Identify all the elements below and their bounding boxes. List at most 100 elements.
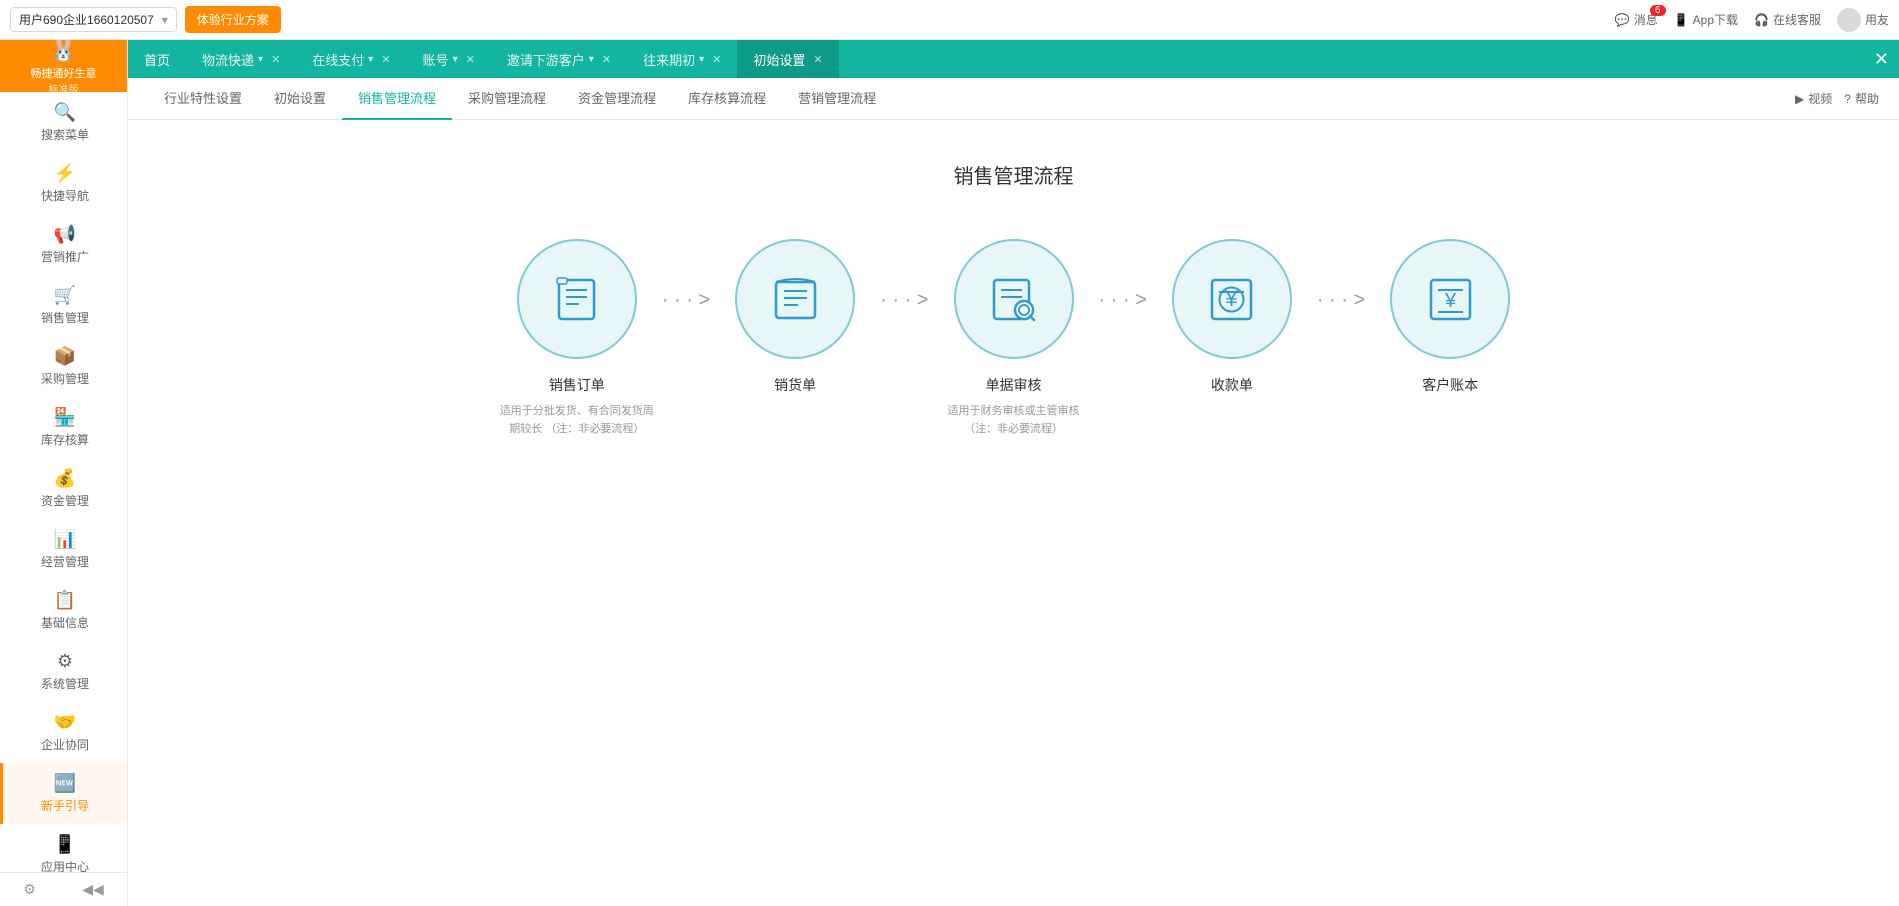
- nav-tab-initial-setup[interactable]: 初始设置 ✕: [737, 40, 838, 78]
- sidebar-item-search[interactable]: 🔍搜索菜单: [0, 92, 127, 153]
- flow-circle-sales-invoice[interactable]: [735, 239, 855, 359]
- user-selector-arrow: ▾: [162, 13, 168, 27]
- sub-tabs-left: 行业特性设置初始设置销售管理流程采购管理流程资金管理流程库存核算流程营销管理流程: [148, 78, 892, 120]
- sidebar-label-newbie-guide: 新手引导: [41, 797, 89, 814]
- nav-tabs: 首页物流快递 ▾ ✕在线支付 ▾ ✕账号 ▾ ✕邀请下游客户 ▾ ✕往来期初 ▾…: [128, 40, 1899, 78]
- sidebar-item-sales-mgmt[interactable]: 🛒 销售管理: [0, 275, 127, 336]
- sidebar-item-quicknav[interactable]: ⚡快捷导航: [0, 153, 127, 214]
- sidebar-label-marketing-promo: 营销推广: [41, 248, 89, 265]
- user-avatar-item[interactable]: 用友: [1837, 8, 1889, 32]
- sidebar-icon-search: 🔍: [54, 102, 76, 123]
- sidebar-icon-finance: 💰: [54, 468, 76, 489]
- tab-close-invite-downstream[interactable]: ✕: [602, 53, 611, 66]
- sidebar-item-system[interactable]: ⚙ 系统管理: [0, 641, 127, 702]
- sidebar-label-enterprise-collab: 企业协同: [41, 736, 89, 753]
- svg-text:¥: ¥: [1444, 290, 1457, 312]
- flow-item-receipt: ¥ 收款单: [1152, 239, 1312, 403]
- settings-icon[interactable]: ⚙: [23, 881, 36, 898]
- online-service-label: 在线客服: [1773, 11, 1821, 28]
- flow-diagram: 销售订单适用于分批发货、有合同发货周期较长 （注：非必要流程）· · · > 销…: [148, 239, 1879, 438]
- nav-tab-home[interactable]: 首页: [128, 40, 186, 78]
- page-title: 销售管理流程: [148, 160, 1879, 189]
- sidebar-label-sales-mgmt: 销售管理: [41, 309, 89, 326]
- sidebar-label-system: 系统管理: [41, 675, 89, 692]
- tab-close-period-init[interactable]: ✕: [712, 53, 721, 66]
- logo-sub: 标准版: [49, 81, 79, 96]
- sub-tab-marketing-flow[interactable]: 营销管理流程: [782, 78, 892, 120]
- dropdown-arrow-account: ▾: [453, 54, 458, 65]
- nav-close[interactable]: ✕: [1874, 49, 1899, 70]
- sub-tab-industry[interactable]: 行业特性设置: [148, 78, 258, 120]
- sub-tab-purchase-flow[interactable]: 采购管理流程: [452, 78, 562, 120]
- phone-icon: 📱: [1674, 13, 1689, 27]
- sidebar-icon-sales-mgmt: 🛒: [54, 285, 76, 306]
- sidebar-item-marketing-promo[interactable]: 📢营销推广: [0, 214, 127, 275]
- video-link[interactable]: ▶ 视频: [1795, 90, 1832, 107]
- flow-circle-customer-ledger[interactable]: ¥: [1390, 239, 1510, 359]
- sub-tab-sales-flow[interactable]: 销售管理流程: [342, 78, 452, 120]
- help-link[interactable]: ? 帮助: [1844, 90, 1879, 107]
- top-bar: 用户690企业1660120507 ▾ 体验行业方案 💬 消息 6 📱 App下…: [0, 0, 1899, 40]
- nav-tab-account[interactable]: 账号 ▾ ✕: [407, 40, 491, 78]
- flow-item-sales-invoice: 销货单: [715, 239, 875, 403]
- sidebar-item-enterprise-collab[interactable]: 🤝企业协同: [0, 702, 127, 763]
- help-label: 帮助: [1855, 90, 1879, 107]
- page-content: 销售管理流程 销售订单适用于分批发货、有合同发货周期较长 （注：非必要流程）· …: [128, 120, 1899, 906]
- sub-tabs: 行业特性设置初始设置销售管理流程采购管理流程资金管理流程库存核算流程营销管理流程…: [128, 78, 1899, 120]
- user-selector-text: 用户690企业1660120507: [19, 11, 154, 28]
- svg-text:¥: ¥: [1225, 286, 1239, 311]
- app-wrapper: 用户690企业1660120507 ▾ 体验行业方案 💬 消息 6 📱 App下…: [0, 0, 1899, 906]
- sidebar-item-finance[interactable]: 💰 资金管理: [0, 458, 127, 519]
- tab-close-initial-setup[interactable]: ✕: [813, 53, 822, 66]
- sidebar-icon-operations: 📊: [54, 529, 76, 550]
- collapse-icon[interactable]: ◀◀: [82, 881, 104, 898]
- flow-label-doc-review: 单据审核: [986, 375, 1042, 395]
- flow-circle-sales-order[interactable]: [517, 239, 637, 359]
- sidebar-label-app-center: 应用中心: [41, 858, 89, 872]
- sidebar-icon-newbie-guide: 🆕: [54, 773, 76, 794]
- sub-tab-inventory-flow[interactable]: 库存核算流程: [672, 78, 782, 120]
- nav-tab-logistics[interactable]: 物流快递 ▾ ✕: [186, 40, 296, 78]
- tab-close-account[interactable]: ✕: [466, 53, 475, 66]
- flow-desc-doc-review: 适用于财务审核或主管审核 （注：非必要流程）: [934, 403, 1094, 438]
- app-download-label: App下载: [1693, 11, 1738, 28]
- sidebar-icon-app-center: 📱: [54, 834, 76, 855]
- sidebar-item-operations[interactable]: 📊经营管理: [0, 519, 127, 580]
- dropdown-arrow-logistics: ▾: [258, 54, 263, 65]
- flow-arrow-3: · · · >: [1317, 239, 1365, 312]
- flow-item-sales-order: 销售订单适用于分批发货、有合同发货周期较长 （注：非必要流程）: [497, 239, 657, 438]
- messages-icon-item[interactable]: 💬 消息 6: [1615, 11, 1658, 28]
- tab-close-logistics[interactable]: ✕: [271, 53, 280, 66]
- tab-close-payment[interactable]: ✕: [381, 53, 390, 66]
- top-bar-right: 💬 消息 6 📱 App下载 🎧 在线客服 用友: [1615, 8, 1889, 32]
- flow-circle-receipt[interactable]: ¥: [1172, 239, 1292, 359]
- sidebar-icon-inventory: 🏪: [54, 407, 76, 428]
- sidebar-item-purchase-mgmt[interactable]: 📦采购管理: [0, 336, 127, 397]
- flow-arrow-0: · · · >: [662, 239, 710, 312]
- nav-tab-period-init[interactable]: 往来期初 ▾ ✕: [627, 40, 737, 78]
- sub-tab-finance-flow[interactable]: 资金管理流程: [562, 78, 672, 120]
- sidebar-icon-system: ⚙: [57, 651, 73, 672]
- sidebar-item-newbie-guide[interactable]: 🆕 新手引导: [0, 763, 127, 824]
- user-selector[interactable]: 用户690企业1660120507 ▾: [10, 7, 177, 32]
- sidebar-item-basic-info[interactable]: 📋基础信息: [0, 580, 127, 641]
- sidebar-item-inventory[interactable]: 🏪 库存核算: [0, 397, 127, 458]
- sidebar-label-inventory: 库存核算: [41, 431, 89, 448]
- flow-item-doc-review: 单据审核适用于财务审核或主管审核 （注：非必要流程）: [934, 239, 1094, 438]
- sidebar-item-app-center[interactable]: 📱 应用中心: [0, 824, 127, 872]
- sidebar-label-finance: 资金管理: [41, 492, 89, 509]
- sub-tab-initial[interactable]: 初始设置: [258, 78, 342, 120]
- online-service-item[interactable]: 🎧 在线客服: [1754, 11, 1821, 28]
- avatar: [1837, 8, 1861, 32]
- app-download-item[interactable]: 📱 App下载: [1674, 11, 1738, 28]
- flow-arrow-1: · · · >: [880, 239, 928, 312]
- nav-tab-invite-downstream[interactable]: 邀请下游客户 ▾ ✕: [491, 40, 627, 78]
- sidebar-items: 🔍搜索菜单⚡快捷导航📢营销推广 🛒 销售管理 📦采购管理 🏪 库存核算 💰 资金管理 📊经营管理…: [0, 92, 127, 872]
- content-area: 首页物流快递 ▾ ✕在线支付 ▾ ✕账号 ▾ ✕邀请下游客户 ▾ ✕往来期初 ▾…: [128, 40, 1899, 906]
- flow-label-customer-ledger: 客户账本: [1422, 375, 1478, 395]
- experience-button[interactable]: 体验行业方案: [185, 6, 281, 33]
- flow-circle-doc-review[interactable]: [954, 239, 1074, 359]
- sidebar-label-quicknav: 快捷导航: [41, 187, 89, 204]
- nav-tab-payment[interactable]: 在线支付 ▾ ✕: [296, 40, 406, 78]
- top-bar-left: 用户690企业1660120507 ▾ 体验行业方案: [10, 6, 281, 33]
